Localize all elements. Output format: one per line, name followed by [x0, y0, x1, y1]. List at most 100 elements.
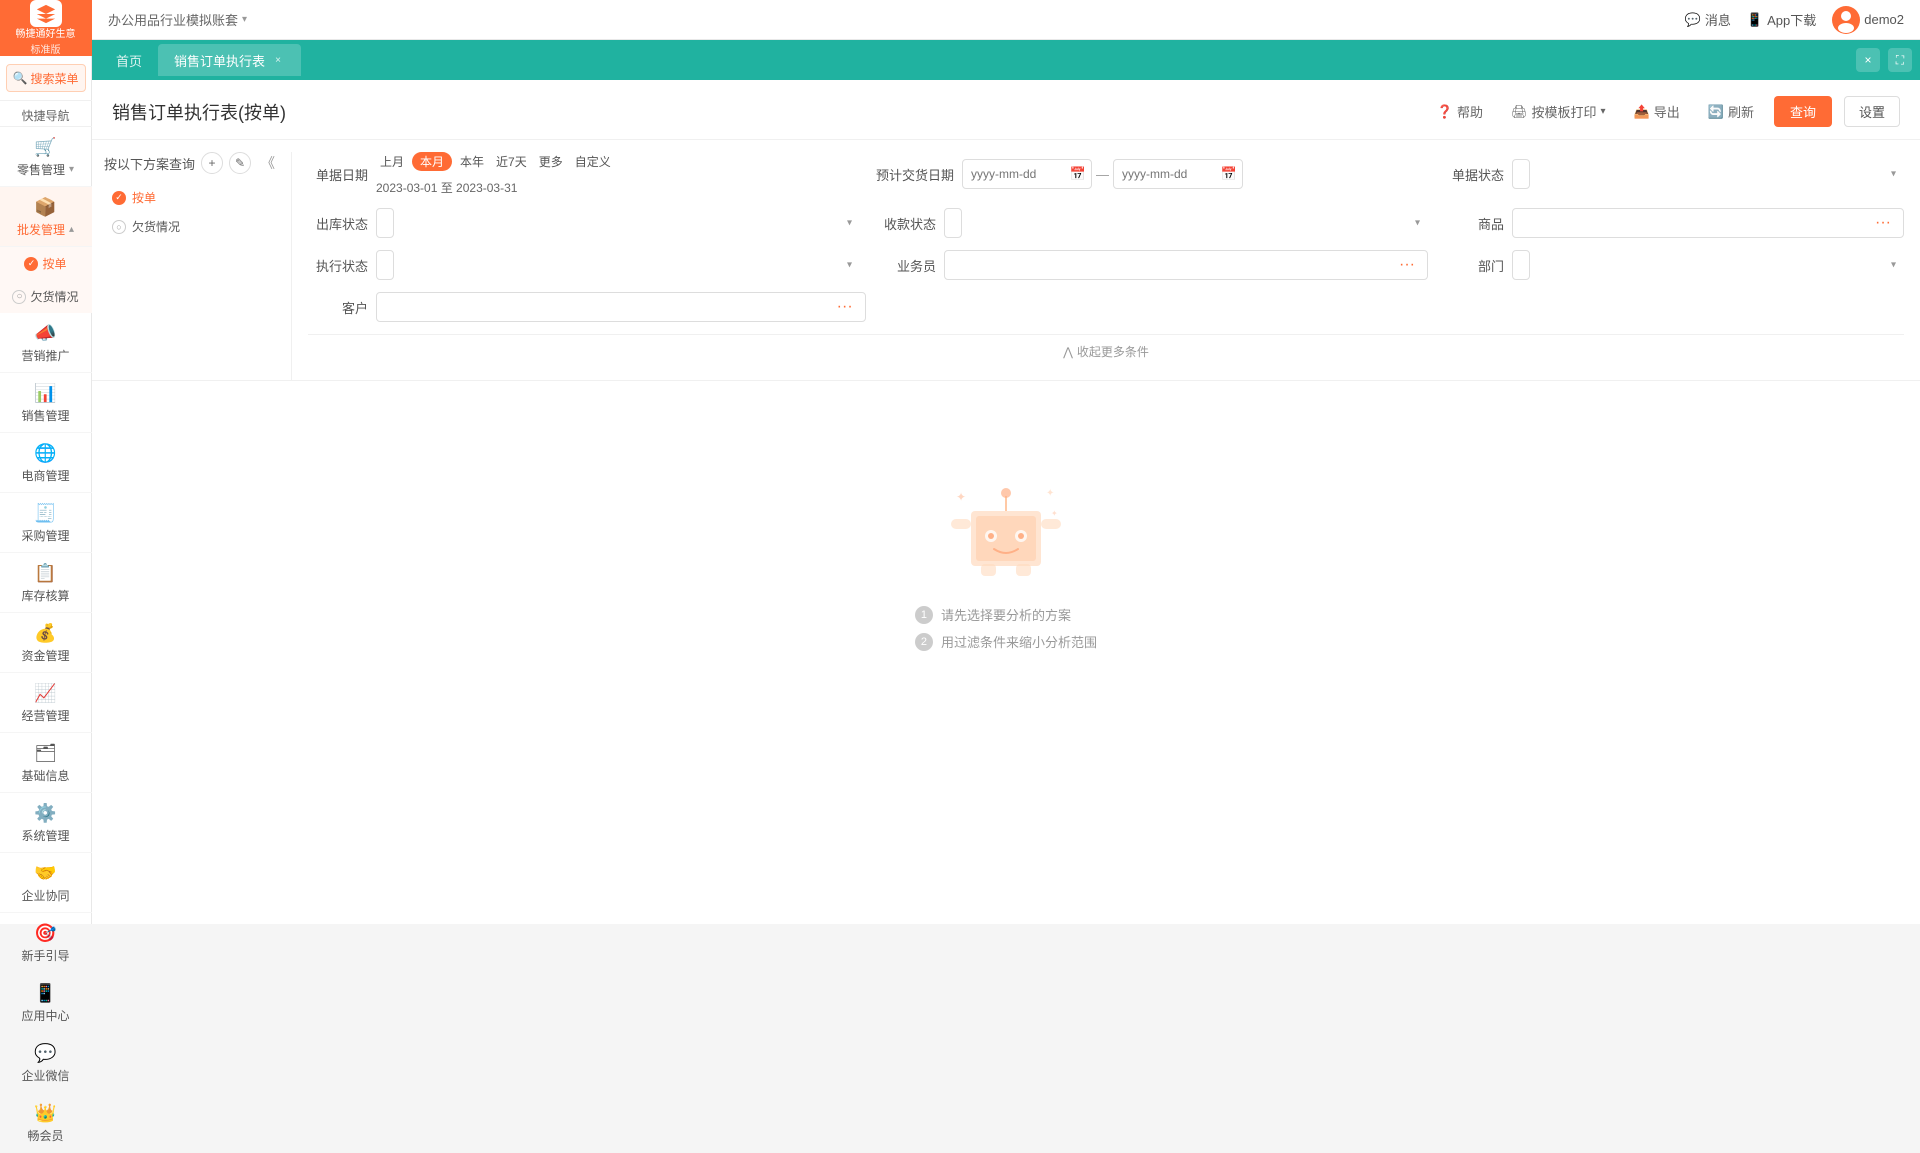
export-button[interactable]: 📤 导出 [1626, 98, 1688, 125]
app-logo[interactable]: 畅捷通好生意 标准版 [0, 0, 92, 56]
scheme-actions: + ✎ 《 [201, 152, 279, 174]
date-tag-this-year[interactable]: 本年 [456, 152, 488, 171]
scheme-header-label: 按以下方案查询 [104, 154, 195, 173]
date-tag-7days[interactable]: 近7天 [492, 152, 531, 171]
receipt-status-select[interactable] [944, 208, 962, 238]
goods-more-button[interactable]: ··· [1871, 214, 1895, 232]
app-download-button[interactable]: 📱 App下载 [1747, 10, 1816, 29]
finance-label: 资金管理 [21, 647, 69, 664]
sidebar-item-newbie[interactable]: 🎯 新手引导 [0, 913, 92, 973]
edit-scheme-button[interactable]: ✎ [229, 152, 251, 174]
sidebar-item-operations[interactable]: 📈 经营管理 [0, 673, 92, 733]
svg-text:✦: ✦ [1046, 488, 1054, 499]
retail-label: 零售管理 [17, 161, 65, 178]
collapse-scheme-button[interactable]: 《 [257, 152, 279, 174]
vip-icon: 👑 [34, 1103, 56, 1124]
sidebar-item-app-center[interactable]: 📱 应用中心 [0, 973, 92, 1033]
date-tag-custom[interactable]: 自定义 [571, 152, 615, 171]
topbar-left: 办公用品行业模拟账套 ▾ [108, 10, 247, 29]
export-icon: 📤 [1634, 104, 1650, 120]
filter-sidebar-header: 按以下方案查询 + ✎ 《 [104, 152, 279, 174]
date-field: 单据日期 上月 本月 本年 近7天 更多 自定义 20 [308, 152, 860, 196]
exec-status-select[interactable] [376, 250, 394, 280]
industry-selector[interactable]: 办公用品行业模拟账套 ▾ [108, 10, 247, 29]
doc-status-select-wrap: ▾ [1512, 159, 1904, 189]
cal-to-icon[interactable]: 📅 [1221, 166, 1237, 182]
industry-dropdown-icon: ▾ [242, 14, 247, 25]
sidebar-item-basic[interactable]: 🗂 基础信息 [0, 733, 92, 793]
doc-status-chevron: ▾ [1891, 169, 1896, 180]
date-label: 单据日期 [308, 165, 368, 184]
sidebar-item-vip[interactable]: 👑 畅会员 [0, 1093, 92, 1153]
scheme-label-debt: 欠货情况 [132, 218, 180, 235]
page: 销售订单执行表(按单) ❓ 帮助 🖨 按模板打印 ▾ 📤 导出 [92, 80, 1920, 924]
page-header: 销售订单执行表(按单) ❓ 帮助 🖨 按模板打印 ▾ 📤 导出 [92, 80, 1920, 140]
sidebar-item-enterprise[interactable]: 🤝 企业协同 [0, 853, 92, 913]
cal-from-icon[interactable]: 📅 [1070, 166, 1086, 182]
refresh-button[interactable]: 🔄 刷新 [1700, 98, 1762, 125]
receipt-chevron: ▾ [1415, 218, 1420, 229]
user-profile[interactable]: demo2 [1832, 6, 1904, 34]
topbar: 办公用品行业模拟账套 ▾ 💬 消息 📱 App下载 demo2 [92, 0, 1920, 40]
step-2-text: 用过滤条件来缩小分析范围 [941, 632, 1097, 651]
salesperson-more-button[interactable]: ··· [1395, 256, 1419, 274]
customer-label: 客户 [308, 298, 368, 317]
settings-button[interactable]: 设置 [1844, 96, 1900, 127]
tab-home[interactable]: 首页 [100, 44, 158, 76]
quick-nav-label[interactable]: 快捷导航 [0, 101, 92, 127]
scheme-dot-order: ✓ [112, 191, 126, 205]
sidebar-item-ecommerce[interactable]: 🌐 电商管理 [0, 433, 92, 493]
newbie-icon: 🎯 [34, 923, 56, 944]
query-button[interactable]: 查询 [1774, 96, 1832, 127]
exec-select-wrap: ▾ [376, 250, 860, 280]
sidebar-item-sales-mgmt[interactable]: 📊 销售管理 [0, 373, 92, 433]
expand-button[interactable]: ⛶ [1888, 48, 1912, 72]
date-tag-more[interactable]: 更多 [535, 152, 567, 171]
sidebar-item-retail[interactable]: 🛒 零售管理 ▾ [0, 127, 92, 187]
collapse-more-button[interactable]: ⋀ 收起更多条件 [308, 334, 1904, 368]
sidebar-sub-debt[interactable]: ○ 欠货情况 [0, 280, 92, 313]
goods-input[interactable] [1521, 216, 1871, 230]
add-scheme-button[interactable]: + [201, 152, 223, 174]
scheme-item-order[interactable]: ✓ 按单 [104, 184, 279, 211]
date-tag-this-month[interactable]: 本月 [412, 152, 452, 171]
ecommerce-label: 电商管理 [21, 467, 69, 484]
doc-status-select[interactable] [1512, 159, 1530, 189]
sidebar-item-marketing[interactable]: 📣 营销推广 [0, 313, 92, 373]
search-menu-label: 搜索菜单 [30, 70, 78, 87]
shipment-status-select[interactable] [376, 208, 394, 238]
close-tab-button[interactable]: × [1856, 48, 1880, 72]
sidebar-item-system[interactable]: ⚙️ 系统管理 [0, 793, 92, 853]
sidebar-item-wechat[interactable]: 💬 企业微信 [0, 1033, 92, 1093]
sidebar-item-finance[interactable]: 💰 资金管理 [0, 613, 92, 673]
scheme-item-debt[interactable]: ○ 欠货情况 [104, 213, 279, 240]
step-1-num: 1 [915, 606, 933, 624]
empty-step-2: 2 用过滤条件来缩小分析范围 [915, 632, 1097, 651]
inventory-icon: 📋 [34, 563, 56, 584]
print-template-button[interactable]: 🖨 按模板打印 ▾ [1503, 98, 1614, 125]
customer-input[interactable] [385, 300, 833, 314]
sidebar-item-inventory[interactable]: 📋 库存核算 [0, 553, 92, 613]
tab-sales-order-close[interactable]: × [271, 53, 285, 67]
filter-row-4: 客户 ··· [308, 292, 1904, 322]
expand-icon: ⛶ [1896, 53, 1904, 68]
salesperson-input[interactable] [953, 258, 1395, 272]
tab-sales-order[interactable]: 销售订单执行表 × [158, 44, 301, 76]
empty-state: ✦ ✦ ✦ 1 请先选择要分析的方案 2 用过滤条件来缩小分析范围 [92, 381, 1920, 731]
page-title: 销售订单执行表(按单) [112, 99, 286, 125]
customer-more-button[interactable]: ··· [833, 298, 857, 316]
sidebar-item-purchase[interactable]: 🧾 采购管理 [0, 493, 92, 553]
dept-select[interactable] [1512, 250, 1530, 280]
date-range-display: 2023-03-01 至 2023-03-31 [376, 179, 860, 196]
sidebar-item-wholesale[interactable]: 📦 批发管理 ▴ [0, 187, 92, 247]
main-area: 办公用品行业模拟账套 ▾ 💬 消息 📱 App下载 demo2 首页 [92, 0, 1920, 924]
dept-label: 部门 [1444, 256, 1504, 275]
print-dropdown-icon: ▾ [1601, 106, 1606, 117]
help-button[interactable]: ❓ 帮助 [1429, 98, 1491, 125]
sidebar-sub-order[interactable]: ✓ 按单 [0, 247, 92, 280]
purchase-icon: 🧾 [34, 503, 56, 524]
search-menu-button[interactable]: 🔍 搜索菜单 [6, 64, 86, 92]
message-button[interactable]: 💬 消息 [1685, 10, 1731, 29]
date-tag-last-month[interactable]: 上月 [376, 152, 408, 171]
system-label: 系统管理 [21, 827, 69, 844]
